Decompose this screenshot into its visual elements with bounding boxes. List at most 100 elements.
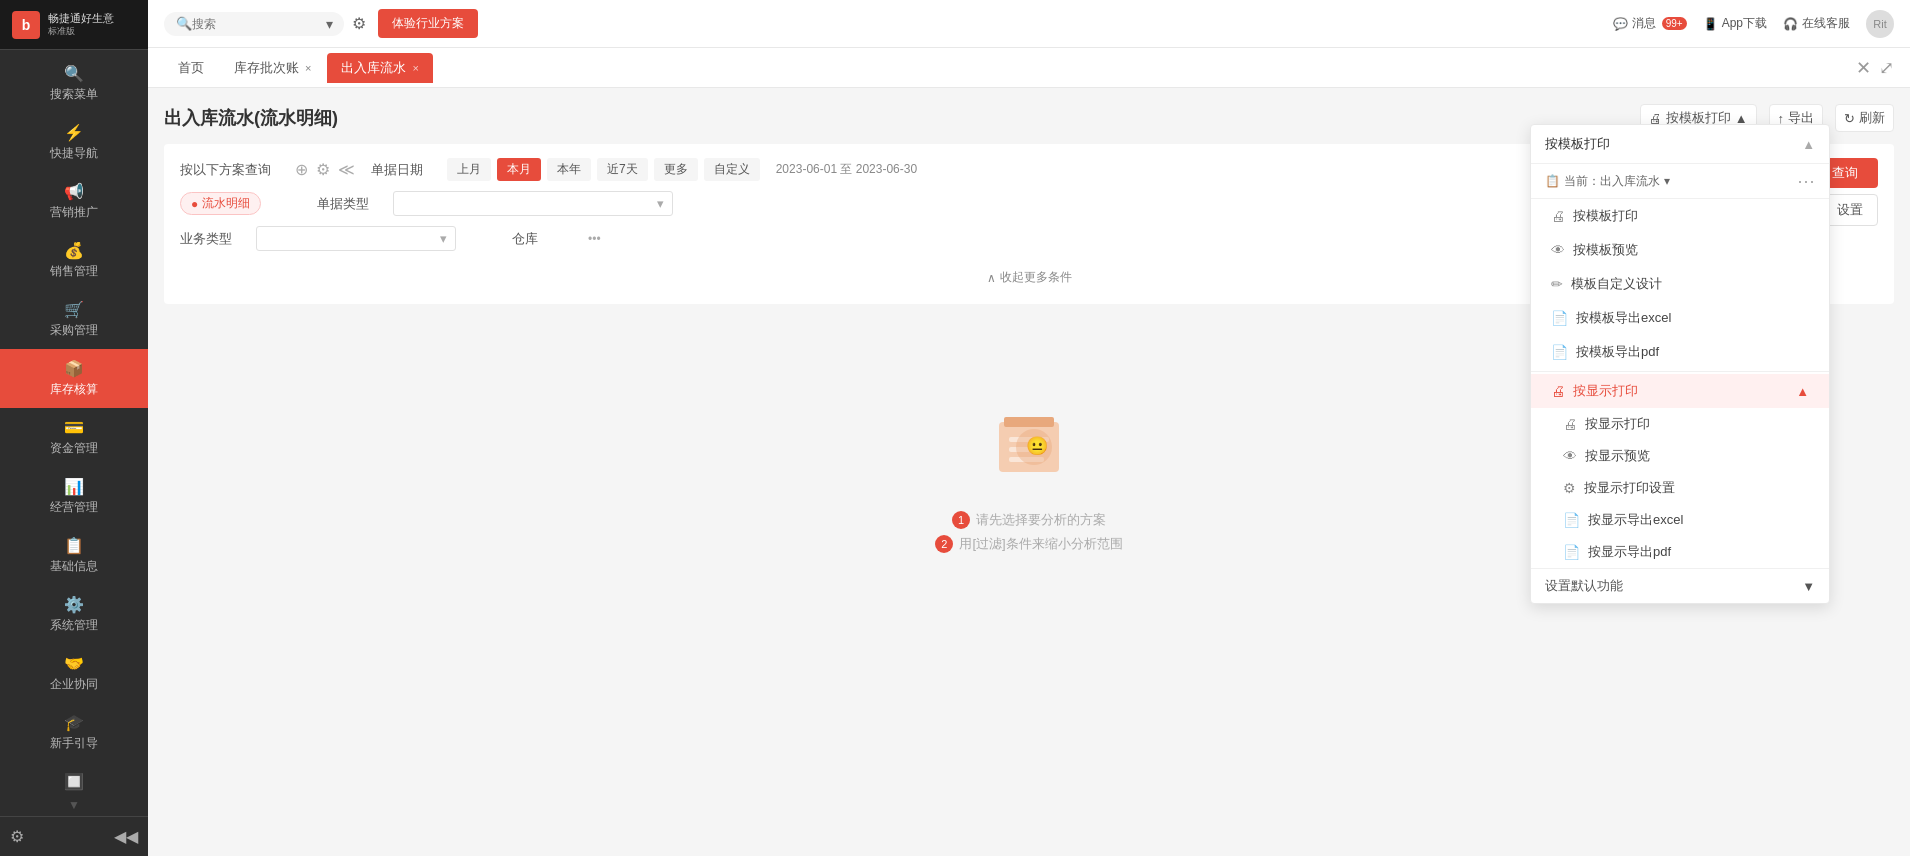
dropdown-more-dots[interactable]: ⋯ bbox=[1797, 170, 1815, 192]
collapse-more-btn[interactable]: ∧ 收起更多条件 bbox=[979, 265, 1080, 290]
tab-batch[interactable]: 库存批次账 × bbox=[220, 53, 325, 83]
header-right: 💬 消息 99+ 📱 App下载 🎧 在线客服 Rit bbox=[1613, 10, 1894, 38]
sidebar-item-basic[interactable]: 📋 基础信息 bbox=[0, 526, 148, 585]
svg-rect-1 bbox=[1004, 417, 1054, 427]
filter-collapse-icon[interactable]: ≪ bbox=[338, 160, 355, 179]
shortcut-icon: ⚡ bbox=[64, 123, 84, 142]
dropdown-item-display-print-settings[interactable]: ⚙按显示打印设置 bbox=[1531, 472, 1829, 504]
notifications-btn[interactable]: 💬 消息 99+ bbox=[1613, 15, 1687, 32]
date-tag-近7天[interactable]: 近7天 bbox=[597, 158, 648, 181]
tab-maximize-icon[interactable]: ⤢ bbox=[1879, 57, 1894, 79]
top-header: 🔍 ▾ ⚙ 体验行业方案 💬 消息 99+ 📱 App下载 🎧 在线客服 Rit bbox=[148, 0, 1910, 48]
trial-btn[interactable]: 体验行业方案 bbox=[378, 9, 478, 38]
tab-home[interactable]: 首页 bbox=[164, 53, 218, 83]
dropdown-item-display-preview[interactable]: 👁按显示预览 bbox=[1531, 440, 1829, 472]
tab-window-controls: ✕ ⤢ bbox=[1856, 57, 1894, 79]
tab-close-flow[interactable]: × bbox=[412, 62, 418, 74]
page-title: 出入库流水(流水明细) bbox=[164, 106, 338, 130]
svg-text:😐: 😐 bbox=[1026, 435, 1049, 457]
search-icon: 🔍 bbox=[64, 64, 84, 83]
sidebar-item-purchase[interactable]: 🛒 采购管理 bbox=[0, 290, 148, 349]
item-icon-display-export-pdf: 📄 bbox=[1563, 544, 1580, 560]
date-filter-tags: 上月本月本年近7天更多自定义 bbox=[447, 158, 760, 181]
filter-icons: ⊕ ⚙ ≪ bbox=[295, 160, 355, 179]
dropdown-close-arrow[interactable]: ▲ bbox=[1802, 137, 1815, 152]
collapse-sidebar-icon[interactable]: ◀◀ bbox=[114, 827, 138, 846]
date-tag-本年[interactable]: 本年 bbox=[547, 158, 591, 181]
dropdown-item-template-print[interactable]: 🖨按模板打印 bbox=[1531, 199, 1829, 233]
sidebar-item-inventory[interactable]: 📦 库存核算 bbox=[0, 349, 148, 408]
header-gear-icon[interactable]: ⚙ bbox=[352, 14, 366, 33]
dropdown-item-template-preview[interactable]: 👁按模板预览 bbox=[1531, 233, 1829, 267]
sidebar-item-label-system: 系统管理 bbox=[50, 617, 98, 634]
sidebar-item-label-search: 搜索菜单 bbox=[50, 86, 98, 103]
dropdown-item-template-export-excel[interactable]: 📄按模板导出excel bbox=[1531, 301, 1829, 335]
sidebar-item-label-basic: 基础信息 bbox=[50, 558, 98, 575]
user-profile[interactable]: Rit bbox=[1866, 10, 1894, 38]
tab-close-window-icon[interactable]: ✕ bbox=[1856, 57, 1871, 79]
sidebar-item-shortcut[interactable]: ⚡ 快捷导航 bbox=[0, 113, 148, 172]
sidebar-item-sales[interactable]: 💰 销售管理 bbox=[0, 231, 148, 290]
sidebar-scroll-down[interactable]: ▼ bbox=[0, 794, 148, 816]
refresh-icon: ↻ bbox=[1844, 111, 1855, 126]
dropdown-footer[interactable]: 设置默认功能 ▼ bbox=[1531, 568, 1829, 603]
dropdown-item-display-print[interactable]: 🖨按显示打印 bbox=[1531, 408, 1829, 440]
app-logo: b 畅捷通好生意 标准版 bbox=[0, 0, 148, 50]
sidebar-item-label-guide: 新手引导 bbox=[50, 735, 98, 752]
dropdown-item-template-export-pdf[interactable]: 📄按模板导出pdf bbox=[1531, 335, 1829, 369]
tab-close-batch[interactable]: × bbox=[305, 62, 311, 74]
sidebar-item-label-operation: 经营管理 bbox=[50, 499, 98, 516]
sidebar-item-enterprise[interactable]: 🤝 企业协同 bbox=[0, 644, 148, 703]
date-tag-上月[interactable]: 上月 bbox=[447, 158, 491, 181]
dropdown-header: 按模板打印 ▲ bbox=[1531, 125, 1829, 164]
tab-flow[interactable]: 出入库流水× bbox=[327, 53, 432, 83]
settings-icon[interactable]: ⚙ bbox=[10, 827, 24, 846]
refresh-btn[interactable]: ↻ 刷新 bbox=[1835, 104, 1894, 132]
bill-type-select[interactable]: ▾ bbox=[393, 191, 673, 216]
dropdown-item-display-export-pdf[interactable]: 📄按显示导出pdf bbox=[1531, 536, 1829, 568]
purchase-icon: 🛒 bbox=[64, 300, 84, 319]
item-icon-template-preview: 👁 bbox=[1551, 242, 1565, 258]
app-version: 标准版 bbox=[48, 25, 114, 38]
sidebar-item-operation[interactable]: 📊 经营管理 bbox=[0, 467, 148, 526]
dropdown-item-display-export-excel[interactable]: 📄按显示导出excel bbox=[1531, 504, 1829, 536]
date-label: 单据日期 bbox=[371, 161, 431, 179]
group-icon-1: 🖨 bbox=[1551, 383, 1565, 399]
warehouse-more-icon[interactable]: ••• bbox=[588, 232, 601, 246]
search-input[interactable] bbox=[192, 17, 322, 31]
bill-type-label: 单据类型 bbox=[317, 195, 377, 213]
filter-settings-btn[interactable]: 设置 bbox=[1822, 194, 1878, 226]
sidebar-item-label-enterprise: 企业协同 bbox=[50, 676, 98, 693]
dropdown-item-template-custom[interactable]: ✏模板自定义设计 bbox=[1531, 267, 1829, 301]
item-icon-display-preview: 👁 bbox=[1563, 448, 1577, 464]
date-range-display: 2023-06-01 至 2023-06-30 bbox=[776, 161, 917, 178]
sidebar-item-guide[interactable]: 🎓 新手引导 bbox=[0, 703, 148, 762]
add-condition-icon[interactable]: ⊕ bbox=[295, 160, 308, 179]
business-type-select[interactable]: ▾ bbox=[256, 226, 456, 251]
item-icon-display-print: 🖨 bbox=[1563, 416, 1577, 432]
customer-service-btn[interactable]: 🎧 在线客服 bbox=[1783, 15, 1850, 32]
sidebar-item-app_center[interactable]: 🔲 应用中心 bbox=[0, 762, 148, 794]
search-dropdown-icon[interactable]: ▾ bbox=[326, 16, 333, 32]
footer-arrow-icon: ▼ bbox=[1802, 579, 1815, 594]
date-tag-更多[interactable]: 更多 bbox=[654, 158, 698, 181]
date-tag-本月[interactable]: 本月 bbox=[497, 158, 541, 181]
date-tag-自定义[interactable]: 自定义 bbox=[704, 158, 760, 181]
flow-detail-tag[interactable]: ● 流水明细 bbox=[180, 192, 261, 215]
header-search-box[interactable]: 🔍 ▾ bbox=[164, 12, 344, 36]
sidebar-item-finance[interactable]: 💳 资金管理 bbox=[0, 408, 148, 467]
system-icon: ⚙️ bbox=[64, 595, 84, 614]
empty-hint-2: 2 用[过滤]条件来缩小分析范围 bbox=[935, 535, 1122, 553]
tab-label-batch: 库存批次账 bbox=[234, 59, 299, 77]
sidebar-item-marketing[interactable]: 📢 营销推广 bbox=[0, 172, 148, 231]
filter-settings-icon[interactable]: ⚙ bbox=[316, 160, 330, 179]
bill-type-arrow: ▾ bbox=[657, 196, 664, 211]
item-icon-template-custom: ✏ bbox=[1551, 276, 1563, 292]
sidebar: b 畅捷通好生意 标准版 🔍 搜索菜单 ⚡ 快捷导航 📢 营销推广 💰 销售管理… bbox=[0, 0, 148, 856]
app-download-btn[interactable]: 📱 App下载 bbox=[1703, 15, 1767, 32]
sidebar-item-search[interactable]: 🔍 搜索菜单 bbox=[0, 54, 148, 113]
sidebar-item-system[interactable]: ⚙️ 系统管理 bbox=[0, 585, 148, 644]
sidebar-bottom: ⚙ ◀◀ bbox=[0, 816, 148, 856]
dropdown-group-1[interactable]: 🖨按显示打印▲ bbox=[1531, 374, 1829, 408]
main-content: 🔍 ▾ ⚙ 体验行业方案 💬 消息 99+ 📱 App下载 🎧 在线客服 Rit bbox=[148, 0, 1910, 856]
